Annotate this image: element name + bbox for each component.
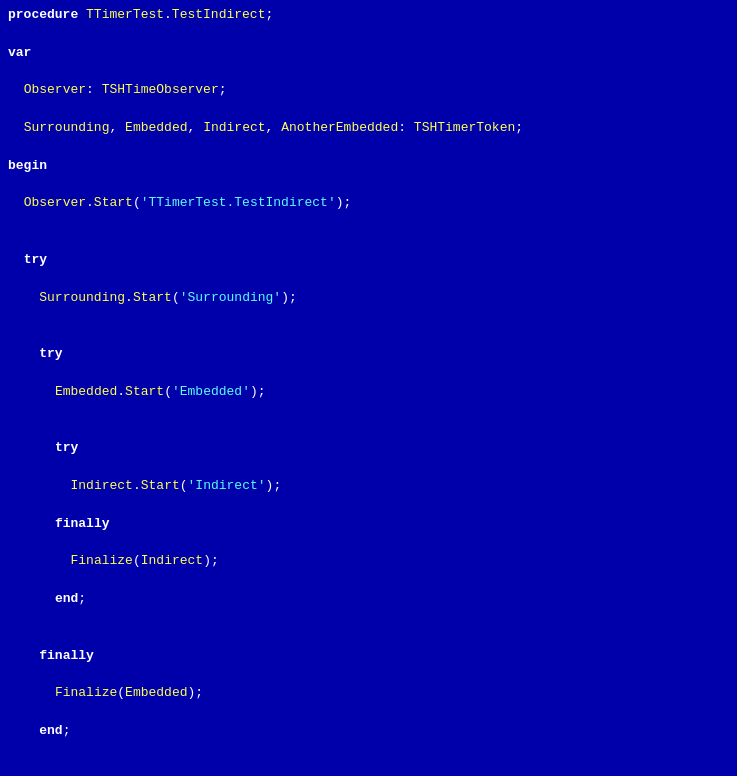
code-line: end; [8, 722, 729, 741]
code-line: finally [8, 647, 729, 666]
code-line: finally [8, 515, 729, 534]
code-line: try [8, 345, 729, 364]
code-line: Indirect.Start('Indirect'); [8, 477, 729, 496]
code-line: Finalize(Indirect); [8, 552, 729, 571]
code-line: Surrounding, Embedded, Indirect, Another… [8, 119, 729, 138]
code-line: procedure TTimerTest.TestIndirect; [8, 6, 729, 25]
code-line: try [8, 251, 729, 270]
code-line: end; [8, 590, 729, 609]
code-line: Finalize(Embedded); [8, 684, 729, 703]
code-line: Observer: TSHTimeObserver; [8, 81, 729, 100]
code-line: Embedded.Start('Embedded'); [8, 383, 729, 402]
code-line: begin [8, 157, 729, 176]
code-line: try [8, 439, 729, 458]
code-line: var [8, 44, 729, 63]
code-editor: procedure TTimerTest.TestIndirect; var O… [0, 0, 737, 776]
code-line: Surrounding.Start('Surrounding'); [8, 289, 729, 308]
code-line: Observer.Start('TTimerTest.TestIndirect'… [8, 194, 729, 213]
